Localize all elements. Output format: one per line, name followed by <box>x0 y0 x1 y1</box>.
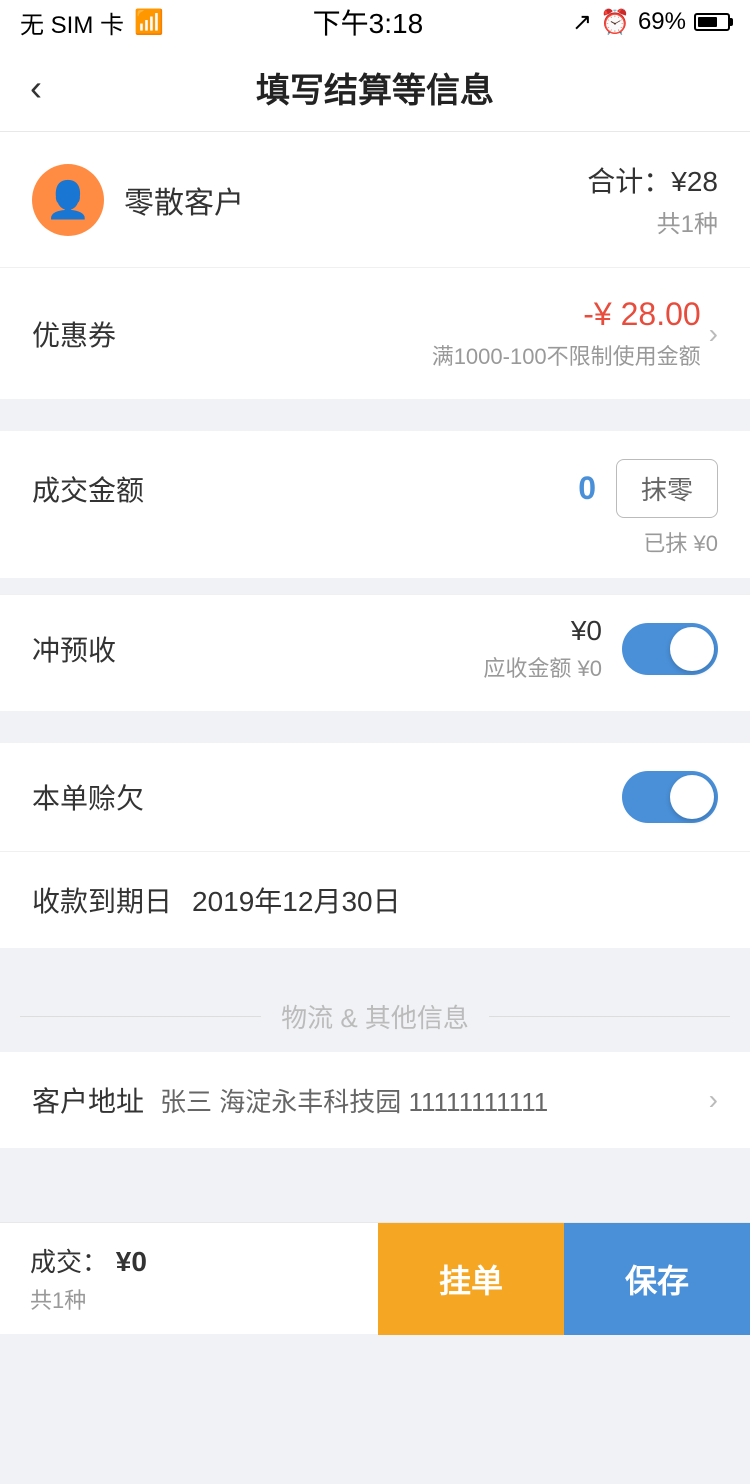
status-right: ↗ ⏰ 69% <box>572 8 730 37</box>
prepay-amount: ¥0 <box>483 615 602 647</box>
due-date-label: 收款到期日 <box>32 880 172 920</box>
avatar-icon: 👤 <box>46 179 91 221</box>
bottom-deal-amount: ¥0 <box>116 1246 147 1277</box>
address-row[interactable]: 客户地址 张三 海淀永丰科技园 11111111111 › <box>0 1052 750 1148</box>
prepay-toggle[interactable] <box>622 623 718 675</box>
location-icon: ↗ <box>572 8 592 37</box>
divider-2 <box>0 727 750 743</box>
divider-3 <box>0 964 750 980</box>
credit-label: 本单赊欠 <box>32 777 144 817</box>
credit-toggle[interactable] <box>622 771 718 823</box>
round-zero-button[interactable]: 抹零 <box>616 459 718 518</box>
coupon-info: -¥ 28.00 满1000-100不限制使用金额 <box>432 296 701 371</box>
toggle-knob <box>670 627 714 671</box>
customer-name: 零散客户 <box>124 178 244 222</box>
page-title: 填写结算等信息 <box>256 63 494 112</box>
prepay-row: 冲预收 ¥0 应收金额 ¥0 <box>32 615 718 683</box>
avatar: 👤 <box>32 164 104 236</box>
battery-icon <box>694 13 730 31</box>
status-left: 无 SIM 卡 📶 <box>20 5 164 40</box>
bottom-summary: 成交： ¥0 共1种 <box>0 1242 378 1315</box>
logistics-line-left <box>20 1016 261 1017</box>
credit-row: 本单赊欠 <box>0 743 750 851</box>
bottom-deal-row: 成交： ¥0 <box>30 1242 348 1279</box>
bottom-bar: 成交： ¥0 共1种 挂单 保存 <box>0 1222 750 1334</box>
customer-row: 👤 零散客户 合计：¥28 共1种 <box>0 132 750 267</box>
coupon-right: -¥ 28.00 满1000-100不限制使用金额 › <box>432 296 718 371</box>
carrier-label: 无 SIM 卡 <box>20 5 124 40</box>
status-bar: 无 SIM 卡 📶 下午3:18 ↗ ⏰ 69% <box>0 0 750 44</box>
deal-amount-label: 成交金额 <box>32 469 144 509</box>
hold-button[interactable]: 挂单 <box>378 1223 564 1335</box>
total-amount: 合计：¥28 <box>587 160 718 200</box>
customer-card: 👤 零散客户 合计：¥28 共1种 优惠券 -¥ 28.00 满1000-100… <box>0 132 750 399</box>
deal-amount-row: 成交金额 0 抹零 <box>32 459 718 518</box>
save-button[interactable]: 保存 <box>564 1223 750 1335</box>
back-button[interactable]: ‹ <box>30 67 42 109</box>
prepay-sub: 应收金额 ¥0 <box>483 651 602 683</box>
wifi-icon: 📶 <box>134 8 164 37</box>
credit-card: 本单赊欠 收款到期日 2019年12月30日 <box>0 743 750 948</box>
prepay-section: 冲预收 ¥0 应收金额 ¥0 <box>0 594 750 711</box>
total-count: 共1种 <box>587 204 718 239</box>
prepay-label: 冲预收 <box>32 629 116 669</box>
address-card: 客户地址 张三 海淀永丰科技园 11111111111 › <box>0 1052 750 1148</box>
credit-toggle-knob <box>670 775 714 819</box>
coupon-row[interactable]: 优惠券 -¥ 28.00 满1000-100不限制使用金额 › <box>0 267 750 399</box>
deal-amount-section: 成交金额 0 抹零 已抹 ¥0 <box>0 431 750 578</box>
logistics-line-right <box>489 1016 730 1017</box>
address-chevron-icon: › <box>709 1084 718 1116</box>
divider-1 <box>0 415 750 431</box>
deal-amount-value: 0 <box>578 470 596 507</box>
coupon-desc: 满1000-100不限制使用金额 <box>432 339 701 371</box>
nav-bar: ‹ 填写结算等信息 <box>0 44 750 132</box>
address-value: 张三 海淀永丰科技园 11111111111 <box>144 1082 709 1119</box>
deal-amount-right: 0 抹零 <box>578 459 718 518</box>
coupon-amount: -¥ 28.00 <box>432 296 701 333</box>
due-date-value: 2019年12月30日 <box>192 880 401 920</box>
prepay-right: ¥0 应收金额 ¥0 <box>483 615 718 683</box>
bottom-count: 共1种 <box>30 1283 348 1315</box>
customer-left: 👤 零散客户 <box>32 164 244 236</box>
deal-amount-sub: 已抹 ¥0 <box>32 526 718 558</box>
customer-right: 合计：¥28 共1种 <box>587 160 718 239</box>
alarm-icon: ⏰ <box>600 8 630 37</box>
prepay-amount-col: ¥0 应收金额 ¥0 <box>483 615 602 683</box>
coupon-label: 优惠券 <box>32 314 116 354</box>
logistics-bar: 物流 & 其他信息 <box>0 980 750 1052</box>
logistics-label: 物流 & 其他信息 <box>281 998 469 1035</box>
due-date-row: 收款到期日 2019年12月30日 <box>0 851 750 948</box>
battery-label: 69% <box>638 8 686 36</box>
chevron-right-icon: › <box>709 318 718 350</box>
address-label: 客户地址 <box>32 1080 144 1120</box>
time-label: 下午3:18 <box>313 2 424 42</box>
bottom-deal-label: 成交： <box>30 1247 108 1277</box>
